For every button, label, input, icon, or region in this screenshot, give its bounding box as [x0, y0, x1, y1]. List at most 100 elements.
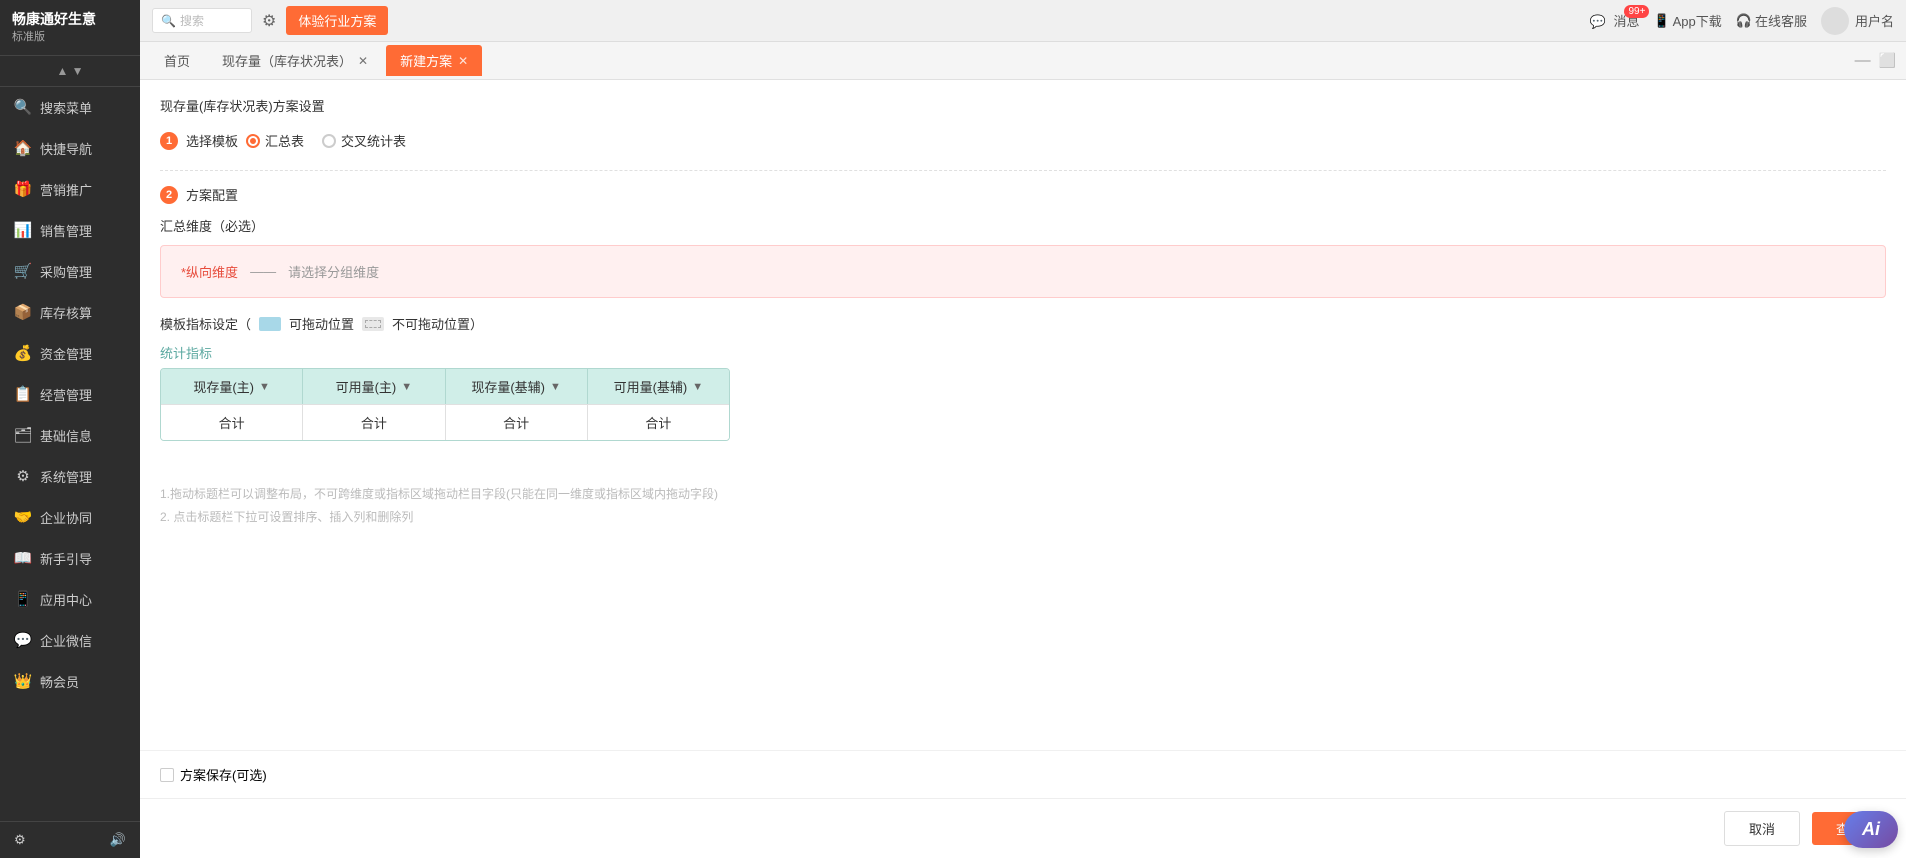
save-checkbox[interactable] — [160, 768, 174, 782]
radio-cross-label: 交叉统计表 — [341, 131, 406, 150]
tab-home[interactable]: 首页 — [150, 45, 204, 76]
close-tab-inventory-status[interactable]: ✕ — [358, 54, 368, 68]
divider-1 — [160, 170, 1886, 171]
avatar — [1821, 7, 1849, 35]
sidebar-item-operations[interactable]: 📋 经营管理 — [0, 374, 140, 415]
sidebar-item-sales[interactable]: 📊 销售管理 — [0, 210, 140, 251]
sidebar-item-system[interactable]: ⚙ 系统管理 — [0, 456, 140, 497]
search-placeholder: 搜索 — [180, 12, 204, 29]
gear-icon[interactable]: ⚙ — [262, 11, 276, 31]
user-name: 用户名 — [1855, 11, 1894, 30]
save-checkbox-label: 方案保存(可选) — [180, 765, 267, 784]
new-guide-icon: 📖 — [14, 549, 32, 567]
page-title: 现存量(库存状况表)方案设置 — [160, 96, 1886, 115]
cancel-button[interactable]: 取消 — [1724, 811, 1800, 846]
tip-1: 1.拖动标题栏可以调整布局，不可跨维度或指标区域拖动栏目字段(只能在同一维度或指… — [160, 485, 1886, 504]
sidebar-item-member[interactable]: 👑 畅会员 — [0, 661, 140, 702]
sidebar-item-finance[interactable]: 💰 资金管理 — [0, 333, 140, 374]
stats-col-1-header[interactable]: 现存量(主) ▼ — [161, 369, 303, 404]
sidebar-item-search-menu[interactable]: 🔍 搜索菜单 — [0, 87, 140, 128]
finance-icon: 💰 — [14, 344, 32, 362]
purchase-icon: 🛒 — [14, 262, 32, 280]
system-icon: ⚙ — [14, 467, 32, 485]
chevron-down-icon-2: ▼ — [401, 381, 412, 393]
volume-icon[interactable]: 🔊 — [110, 832, 126, 848]
stats-col-2-name: 可用量(主) — [336, 377, 397, 396]
tabs-bar: 首页 现存量（库存状况表） ✕ 新建方案 ✕ — ⬜ — [140, 42, 1906, 80]
sidebar-item-base-info[interactable]: 🗂 基础信息 — [0, 415, 140, 456]
chat-icon: 💬 — [1590, 14, 1606, 29]
section2-title: 方案配置 — [186, 185, 238, 204]
radio-summary[interactable]: 汇总表 — [246, 131, 304, 150]
section1-title: 选择模板 — [186, 131, 238, 150]
tab-inventory-status[interactable]: 现存量（库存状况表） ✕ — [208, 45, 382, 76]
app-download-btn[interactable]: 📱 App下载 — [1653, 11, 1721, 30]
required-dimension-area: *纵向维度 —— 请选择分组维度 — [160, 245, 1886, 298]
stats-table: 现存量(主) ▼ 可用量(主) ▼ 现存量(基辅) ▼ 可用量(基辅) — [160, 368, 730, 441]
sidebar-item-new-guide[interactable]: 📖 新手引导 — [0, 538, 140, 579]
search-menu-icon: 🔍 — [14, 98, 32, 116]
sidebar-item-inventory[interactable]: 📦 库存核算 — [0, 292, 140, 333]
tab-home-label: 首页 — [164, 51, 190, 70]
base-info-icon: 🗂 — [14, 426, 32, 444]
operations-icon: 📋 — [14, 385, 32, 403]
settings-icon[interactable]: ⚙ — [14, 832, 26, 848]
enterprise-icon: 🤝 — [14, 508, 32, 526]
stats-col-4-header[interactable]: 可用量(基辅) ▼ — [588, 369, 729, 404]
stats-col-2-header[interactable]: 可用量(主) ▼ — [303, 369, 445, 404]
radio-cross[interactable]: 交叉统计表 — [322, 131, 406, 150]
tips-section: 1.拖动标题栏可以调整布局，不可跨维度或指标区域拖动栏目字段(只能在同一维度或指… — [160, 485, 1886, 527]
req-hint: 请选择分组维度 — [288, 262, 379, 281]
sidebar-item-label: 基础信息 — [40, 426, 92, 445]
member-icon: 👑 — [14, 672, 32, 690]
stats-col-3-header[interactable]: 现存量(基辅) ▼ — [446, 369, 588, 404]
quick-nav-icon: 🏠 — [14, 139, 32, 157]
ai-bubble[interactable]: Ai — [1844, 811, 1898, 848]
stats-col-3-name: 现存量(基辅) — [471, 377, 545, 396]
stats-header-row: 现存量(主) ▼ 可用量(主) ▼ 现存量(基辅) ▼ 可用量(基辅) — [161, 369, 729, 404]
main-area: 🔍 搜索 ⚙ 体验行业方案 💬 99+ 消息 📱 App下载 🎧 在线客服 — [140, 0, 1906, 858]
section-plan-config: 2 方案配置 汇总维度（必选） *纵向维度 —— 请选择分组维度 模板指标设定（… — [160, 185, 1886, 527]
topbar-left: 🔍 搜索 ⚙ 体验行业方案 — [152, 6, 388, 35]
marketing-icon: 🎁 — [14, 180, 32, 198]
radio-summary-label: 汇总表 — [265, 131, 304, 150]
window-restore-btn[interactable]: ⬜ — [1879, 52, 1896, 70]
sidebar-item-label: 企业微信 — [40, 631, 92, 650]
close-tab-new-plan[interactable]: ✕ — [458, 54, 468, 68]
draggable-position-indicator — [259, 317, 281, 331]
sidebar-item-marketing[interactable]: 🎁 营销推广 — [0, 169, 140, 210]
sidebar-item-quick-nav[interactable]: 🏠 快捷导航 — [0, 128, 140, 169]
message-icon[interactable]: 💬 99+ 消息 — [1590, 11, 1640, 30]
topbar-search-box[interactable]: 🔍 搜索 — [152, 8, 252, 33]
sidebar-collapse-btn[interactable]: ▲ ▼ — [0, 56, 140, 87]
wechat-icon: 💬 — [14, 631, 32, 649]
sidebar-item-label: 库存核算 — [40, 303, 92, 322]
sidebar-item-enterprise[interactable]: 🤝 企业协同 — [0, 497, 140, 538]
stats-col-1-name: 现存量(主) — [193, 377, 254, 396]
sidebar-item-app-center[interactable]: 📱 应用中心 — [0, 579, 140, 620]
req-dash: —— — [250, 264, 276, 279]
save-checkbox-row: 方案保存(可选) — [140, 750, 1906, 798]
sidebar-item-label: 企业协同 — [40, 508, 92, 527]
template-indicator-text2: 不可拖动位置） — [392, 314, 483, 333]
required-field-label: *纵向维度 — [181, 262, 238, 281]
sidebar-item-purchase[interactable]: 🛒 采购管理 — [0, 251, 140, 292]
tab-inventory-status-label: 现存量（库存状况表） — [222, 51, 352, 70]
bottom-bar: 取消 查询 — [140, 798, 1906, 858]
stats-col-1-data: 合计 — [161, 404, 303, 440]
non-draggable-position-indicator — [362, 317, 384, 331]
sidebar-item-wechat[interactable]: 💬 企业微信 — [0, 620, 140, 661]
user-info[interactable]: 用户名 — [1821, 7, 1894, 35]
sales-icon: 📊 — [14, 221, 32, 239]
customer-service-btn[interactable]: 🎧 在线客服 — [1736, 11, 1807, 30]
template-indicator-text1: 模板指标设定（ — [160, 314, 251, 333]
headset-icon: 🎧 — [1736, 13, 1752, 29]
trial-btn[interactable]: 体验行业方案 — [286, 6, 388, 35]
edition-label: 标准版 — [12, 30, 128, 45]
stats-label: 统计指标 — [160, 343, 1886, 362]
template-radio-group: 汇总表 交叉统计表 — [246, 131, 406, 150]
tab-new-plan[interactable]: 新建方案 ✕ — [386, 45, 482, 76]
window-minimize-btn[interactable]: — — [1855, 52, 1871, 70]
sidebar-footer: ⚙ 🔊 — [0, 821, 140, 858]
sidebar-item-label: 销售管理 — [40, 221, 92, 240]
